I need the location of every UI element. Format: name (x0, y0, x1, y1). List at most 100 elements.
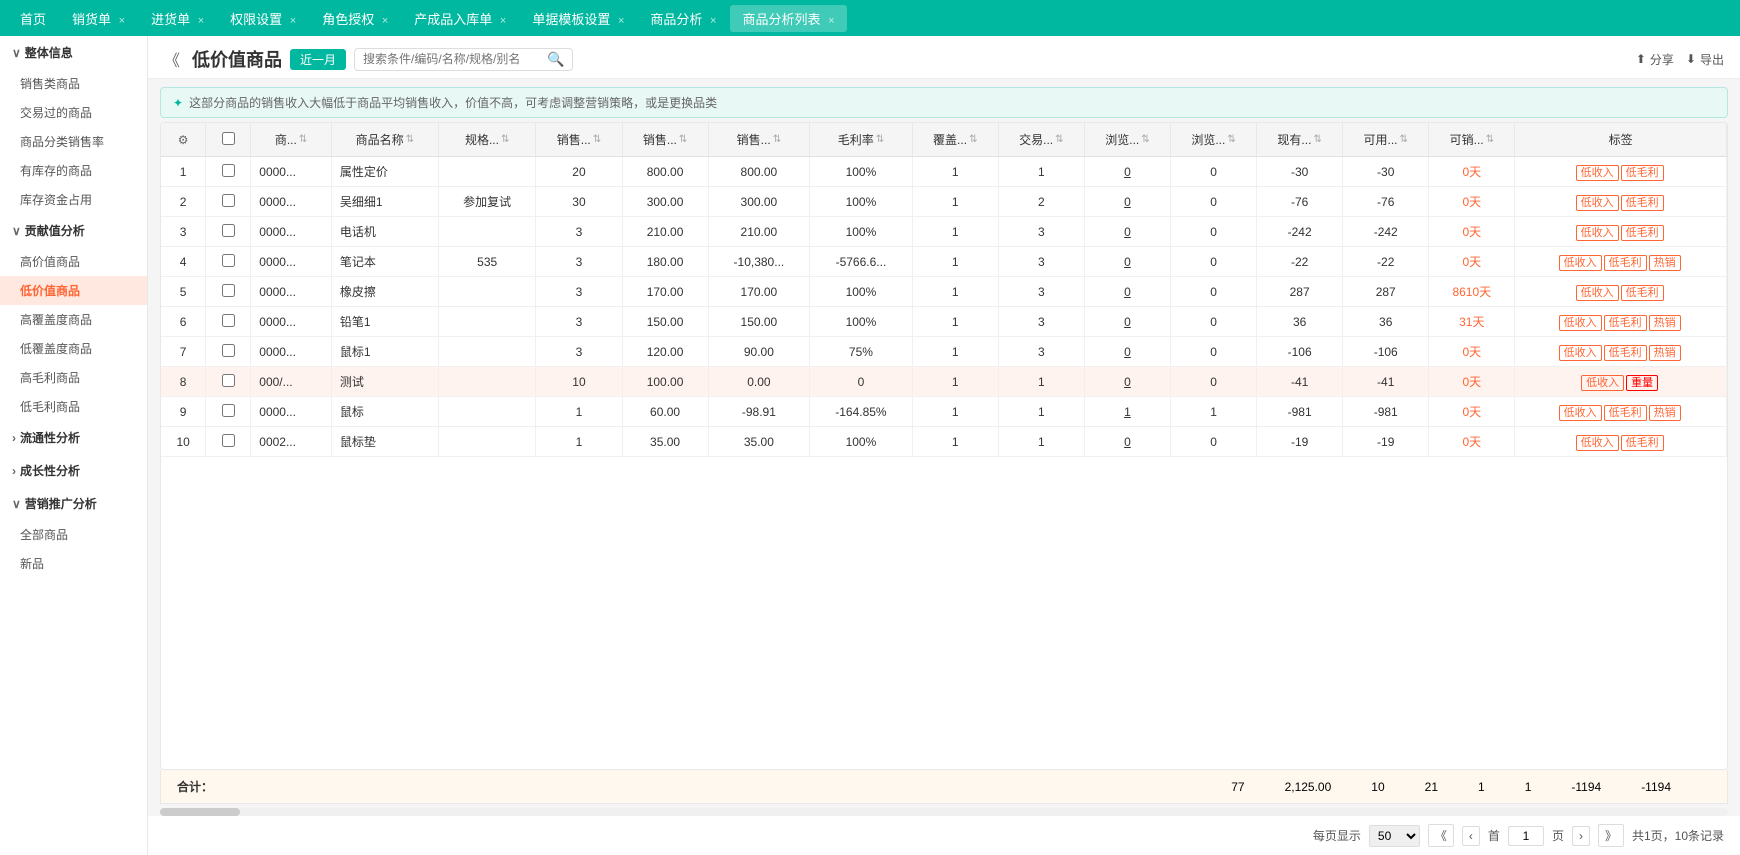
nav-analysis[interactable]: 商品分析 × (638, 5, 728, 32)
sidebar-item-stock-products[interactable]: 有库存的商品 (0, 156, 147, 185)
col-gear[interactable]: ⚙ (161, 123, 206, 157)
nav-product-close[interactable]: × (500, 15, 506, 27)
period-button[interactable]: 近一月 (290, 49, 346, 70)
row-stock1: -19 (1257, 427, 1343, 457)
nav-purchase-close[interactable]: × (198, 15, 204, 27)
col-checkbox[interactable] (206, 123, 251, 157)
row-select[interactable] (222, 434, 235, 447)
row-checkbox[interactable] (206, 337, 251, 367)
row-s3: 35.00 (708, 427, 810, 457)
col-tags[interactable]: 标签 (1515, 123, 1727, 157)
row-checkbox[interactable] (206, 187, 251, 217)
nav-role-close[interactable]: × (382, 15, 388, 27)
row-select[interactable] (222, 404, 235, 417)
share-button[interactable]: ⬆ 分享 (1636, 51, 1674, 68)
nav-sales-close[interactable]: × (119, 15, 125, 27)
sidebar-group-overall[interactable]: ∨ 整体信息 (0, 36, 147, 69)
row-name: 测试 (331, 367, 438, 397)
sidebar-item-high-margin[interactable]: 高毛利商品 (0, 363, 147, 392)
sidebar-group-marketing[interactable]: ∨ 营销推广分析 (0, 487, 147, 520)
row-select[interactable] (222, 224, 235, 237)
row-checkbox[interactable] (206, 277, 251, 307)
sidebar-item-new-products[interactable]: 新品 (0, 549, 147, 578)
col-spec[interactable]: 规格...⇅ (438, 123, 536, 157)
row-select[interactable] (222, 164, 235, 177)
nav-analysis-close[interactable]: × (710, 15, 716, 27)
sidebar-item-high-value[interactable]: 高价值商品 (0, 247, 147, 276)
search-box: 🔍 (354, 48, 573, 71)
row-select[interactable] (222, 284, 235, 297)
row-select[interactable] (222, 314, 235, 327)
row-select[interactable] (222, 374, 235, 387)
col-view1[interactable]: 浏览...⇅ (1084, 123, 1170, 157)
row-s3: -10,380... (708, 247, 810, 277)
nav-analysis-list-close[interactable]: × (828, 15, 834, 27)
row-stock1: -22 (1257, 247, 1343, 277)
export-button[interactable]: ⬇ 导出 (1686, 51, 1724, 68)
sidebar-group-liquidity[interactable]: › 流通性分析 (0, 421, 147, 454)
select-all-checkbox[interactable] (222, 132, 235, 145)
row-checkbox[interactable] (206, 217, 251, 247)
col-s1[interactable]: 销售...⇅ (536, 123, 622, 157)
scrollbar-thumb[interactable] (160, 808, 240, 816)
row-select[interactable] (222, 344, 235, 357)
nav-template-close[interactable]: × (618, 15, 624, 27)
row-checkbox[interactable] (206, 367, 251, 397)
sidebar-group-contribution[interactable]: ∨ 贡献值分析 (0, 214, 147, 247)
table-container[interactable]: ⚙ 商...⇅ 商品名称⇅ 规格...⇅ 销售...⇅ 销售...⇅ 销售...… (160, 122, 1728, 770)
tag-低收入: 低收入 (1576, 285, 1619, 301)
col-s2[interactable]: 销售...⇅ (622, 123, 708, 157)
nav-template[interactable]: 单据模板设置 × (520, 5, 636, 32)
sidebar-item-sales-products[interactable]: 销售类商品 (0, 69, 147, 98)
nav-role[interactable]: 角色授权 × (310, 5, 400, 32)
nav-product-inbound[interactable]: 产成品入库单 × (402, 5, 518, 32)
per-page-select[interactable]: 50 100 200 (1369, 825, 1420, 847)
col-stock1[interactable]: 现有...⇅ (1257, 123, 1343, 157)
nav-analysis-list[interactable]: 商品分析列表 × (730, 5, 846, 32)
sidebar-group-growth[interactable]: › 成长性分析 (0, 454, 147, 487)
horizontal-scrollbar[interactable] (160, 808, 1728, 816)
col-view2[interactable]: 浏览...⇅ (1170, 123, 1256, 157)
col-s3[interactable]: 销售...⇅ (708, 123, 810, 157)
last-page-btn[interactable]: 》 (1598, 824, 1624, 847)
search-input[interactable] (363, 52, 543, 66)
prev-page-btn[interactable]: ‹ (1462, 826, 1480, 846)
table-row: 3 0000... 电话机 3 210.00 210.00 100% 1 3 0… (161, 217, 1727, 247)
sidebar-item-low-coverage[interactable]: 低覆盖度商品 (0, 334, 147, 363)
col-stock2[interactable]: 可用...⇅ (1343, 123, 1429, 157)
first-page-btn[interactable]: 《 (1428, 824, 1454, 847)
row-select[interactable] (222, 194, 235, 207)
next-page-btn[interactable]: › (1572, 826, 1590, 846)
sidebar-item-traded[interactable]: 交易过的商品 (0, 98, 147, 127)
col-cov[interactable]: 覆盖...⇅ (912, 123, 998, 157)
row-s3: 170.00 (708, 277, 810, 307)
nav-purchase[interactable]: 进货单 × (139, 5, 216, 32)
row-stock2: -981 (1343, 397, 1429, 427)
sidebar-item-low-margin[interactable]: 低毛利商品 (0, 392, 147, 421)
nav-sales[interactable]: 销货单 × (60, 5, 137, 32)
col-name[interactable]: 商品名称⇅ (331, 123, 438, 157)
nav-perm[interactable]: 权限设置 × (218, 5, 308, 32)
sidebar-item-high-coverage[interactable]: 高覆盖度商品 (0, 305, 147, 334)
group-arrow-growth: › (12, 464, 16, 478)
col-stock3[interactable]: 可销...⇅ (1429, 123, 1515, 157)
row-select[interactable] (222, 254, 235, 267)
search-icon[interactable]: 🔍 (547, 51, 564, 68)
row-checkbox[interactable] (206, 247, 251, 277)
sidebar-item-all-products[interactable]: 全部商品 (0, 520, 147, 549)
collapse-sidebar-btn[interactable]: 《 (164, 47, 180, 71)
row-checkbox[interactable] (206, 157, 251, 187)
sidebar-item-low-value[interactable]: 低价值商品 (0, 276, 147, 305)
page-input[interactable] (1508, 826, 1544, 846)
col-code[interactable]: 商...⇅ (251, 123, 332, 157)
row-checkbox[interactable] (206, 307, 251, 337)
row-checkbox[interactable] (206, 427, 251, 457)
sidebar-item-capital[interactable]: 库存资金占用 (0, 185, 147, 214)
sidebar-item-category-rate[interactable]: 商品分类销售率 (0, 127, 147, 156)
nav-home[interactable]: 首页 (8, 5, 58, 32)
row-view1: 0 (1084, 277, 1170, 307)
nav-perm-close[interactable]: × (290, 15, 296, 27)
col-rate[interactable]: 毛利率⇅ (810, 123, 913, 157)
row-checkbox[interactable] (206, 397, 251, 427)
col-trade[interactable]: 交易...⇅ (998, 123, 1084, 157)
